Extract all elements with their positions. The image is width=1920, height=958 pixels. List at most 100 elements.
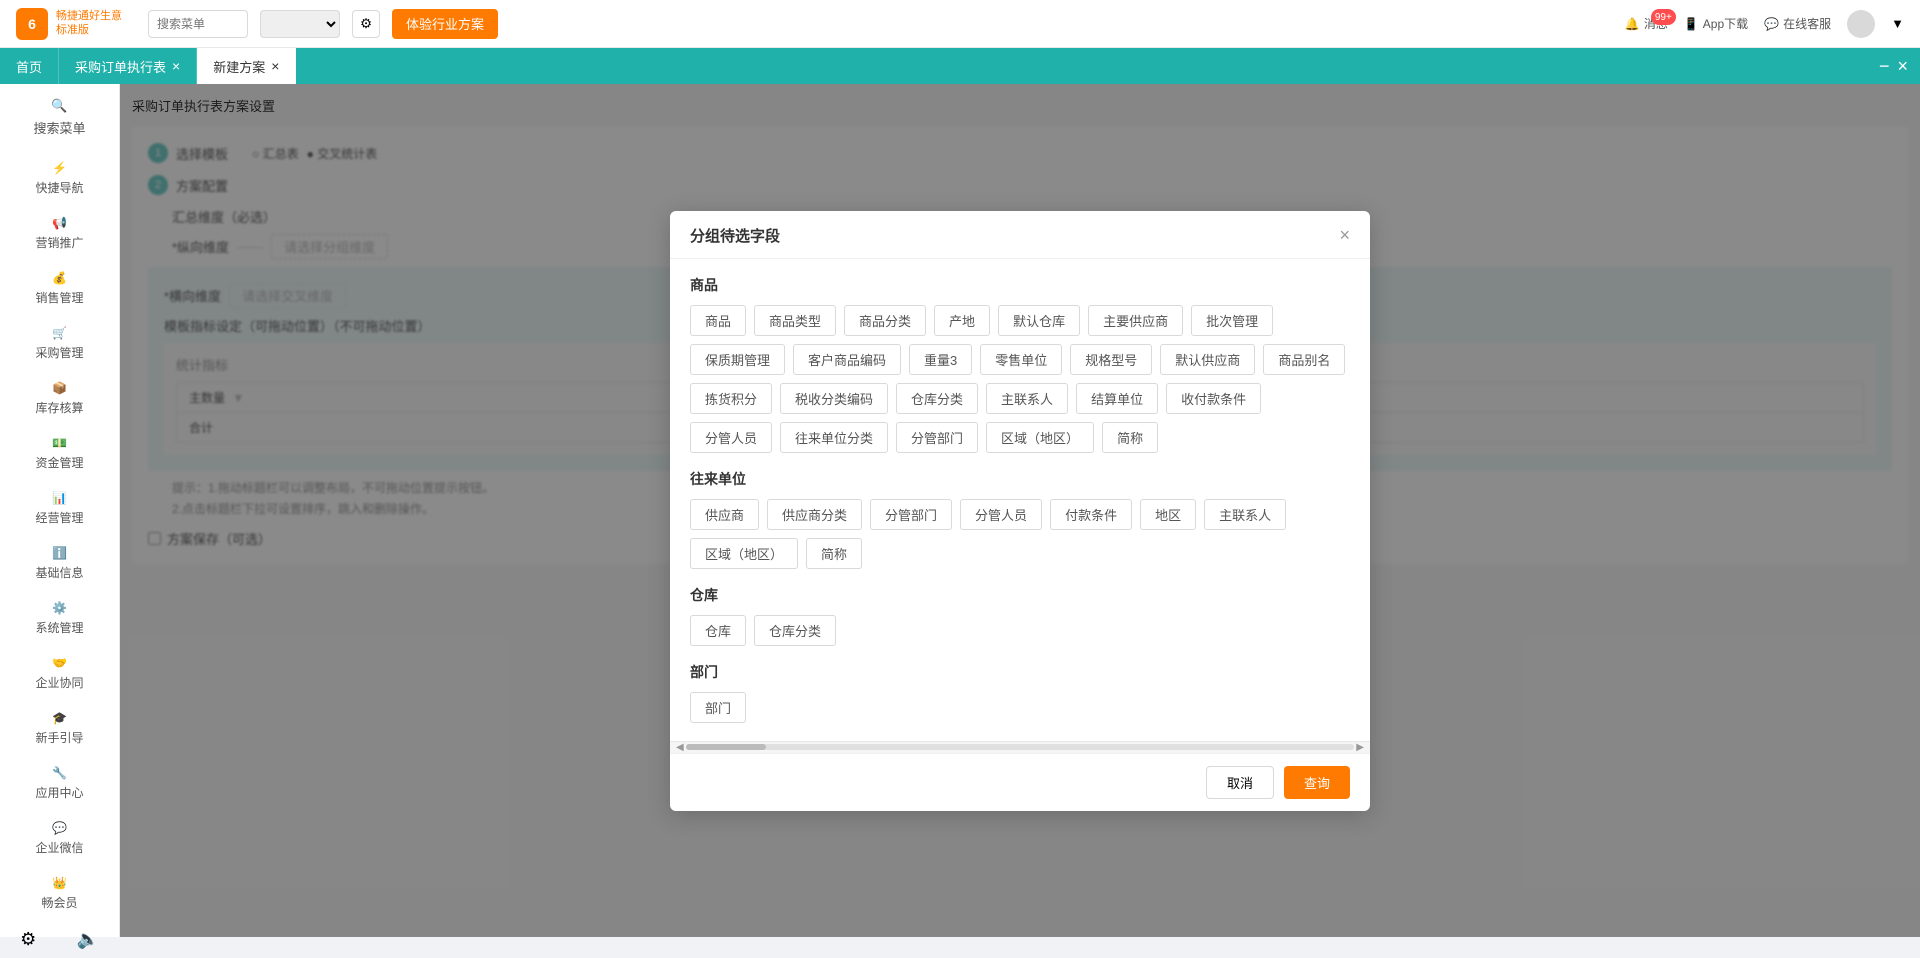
field-tag-商品类型[interactable]: 商品类型: [754, 305, 836, 336]
enterprise-icon: 🤝: [52, 656, 67, 670]
sidebar-item-app[interactable]: 🔧 应用中心: [0, 756, 119, 811]
modal-overlay: 分组待选字段 × 商品商品商品类型商品分类产地默认仓库主要供应商批次管理保质期管…: [120, 84, 1920, 937]
field-section-往来单位: 往来单位供应商供应商分类分管部门分管人员付款条件地区主联系人区域（地区）简称: [690, 469, 1350, 569]
app-download-item[interactable]: 📱 App下载: [1684, 15, 1748, 32]
sidebar-item-enterprise[interactable]: 🤝 企业协同: [0, 646, 119, 701]
tab-home-label: 首页: [16, 57, 42, 76]
tab-purchase-order-close[interactable]: ×: [172, 58, 180, 74]
sidebar-item-finance[interactable]: 💵 资金管理: [0, 426, 119, 481]
sidebar-item-member[interactable]: 👑 畅会员: [0, 866, 119, 921]
field-tag-仓库分类[interactable]: 仓库分类: [896, 383, 978, 414]
field-tag-规格型号[interactable]: 规格型号: [1070, 344, 1152, 375]
field-tag-分管部门[interactable]: 分管部门: [896, 422, 978, 453]
modal-body: 商品商品商品类型商品分类产地默认仓库主要供应商批次管理保质期管理客户商品编码重量…: [670, 259, 1370, 741]
download-icon: 📱: [1684, 17, 1699, 31]
notification-item[interactable]: 🔔 消息 99+: [1625, 15, 1668, 32]
field-tag-拣货积分[interactable]: 拣货积分: [690, 383, 772, 414]
modal-hscroll[interactable]: ◀ ▶: [670, 741, 1370, 753]
app-icon: 🔧: [52, 766, 67, 780]
tab-new-plan[interactable]: 新建方案 ×: [197, 48, 296, 84]
field-tag-区域（地区）[interactable]: 区域（地区）: [690, 538, 798, 569]
field-tag-主联系人[interactable]: 主联系人: [986, 383, 1068, 414]
search-dropdown[interactable]: [260, 10, 340, 38]
online-service-item[interactable]: 💬 在线客服: [1764, 15, 1831, 32]
tab-close-all-btn[interactable]: ×: [1897, 56, 1908, 77]
field-tag-区域（地区）[interactable]: 区域（地区）: [986, 422, 1094, 453]
hscroll-track: [686, 744, 1355, 750]
field-tag-简称[interactable]: 简称: [1102, 422, 1158, 453]
section-title-部门: 部门: [690, 662, 1350, 682]
field-tag-商品别名[interactable]: 商品别名: [1263, 344, 1345, 375]
modal-footer: 取消 查询: [670, 753, 1370, 811]
app-download-label: App下载: [1703, 15, 1748, 32]
field-tag-批次管理[interactable]: 批次管理: [1191, 305, 1273, 336]
sidebar-settings-icon[interactable]: ⚙: [20, 929, 36, 950]
field-tag-收付款条件[interactable]: 收付款条件: [1166, 383, 1261, 414]
field-tag-仓库[interactable]: 仓库: [690, 615, 746, 646]
purchase-icon: 🛒: [52, 326, 67, 340]
field-tag-供应商[interactable]: 供应商: [690, 499, 759, 530]
avatar[interactable]: [1847, 10, 1875, 38]
logo-text: 畅捷通好生意 标准版: [56, 10, 122, 36]
tab-collapse-btn[interactable]: −: [1879, 56, 1890, 77]
sidebar-item-wechat[interactable]: 💬 企业微信: [0, 811, 119, 866]
field-tag-商品分类[interactable]: 商品分类: [844, 305, 926, 336]
field-tag-付款条件[interactable]: 付款条件: [1050, 499, 1132, 530]
scroll-left-arrow[interactable]: ◀: [674, 742, 686, 753]
tab-new-plan-close[interactable]: ×: [271, 58, 279, 74]
modal-cancel-button[interactable]: 取消: [1206, 766, 1274, 799]
sidebar-item-purchase[interactable]: 🛒 采购管理: [0, 316, 119, 371]
field-tag-分管人员[interactable]: 分管人员: [960, 499, 1042, 530]
field-tag-仓库分类[interactable]: 仓库分类: [754, 615, 836, 646]
modal-confirm-button[interactable]: 查询: [1284, 766, 1350, 799]
field-tags-往来单位: 供应商供应商分类分管部门分管人员付款条件地区主联系人区域（地区） 简称: [690, 499, 1350, 569]
sidebar-item-inventory[interactable]: 📦 库存核算: [0, 371, 119, 426]
field-tag-重量3[interactable]: 重量3: [909, 344, 972, 375]
scroll-right-arrow[interactable]: ▶: [1354, 742, 1366, 753]
gear-button[interactable]: ⚙: [352, 10, 380, 38]
user-dropdown[interactable]: ▼: [1891, 16, 1904, 31]
field-tag-主要供应商[interactable]: 主要供应商: [1088, 305, 1183, 336]
field-tag-分管人员[interactable]: 分管人员: [690, 422, 772, 453]
sidebar-item-newbie[interactable]: 🎓 新手引导: [0, 701, 119, 756]
field-tag-供应商分类[interactable]: 供应商分类: [767, 499, 862, 530]
field-tag-客户商品编码[interactable]: 客户商品编码: [793, 344, 901, 375]
sidebar-item-quick-nav[interactable]: ⚡ 快捷导航: [0, 151, 119, 206]
sidebar: 🔍 搜索菜单 ⚡ 快捷导航 📢 营销推广 💰 销售管理 🛒 采购管理 📦 库存核…: [0, 84, 120, 937]
field-tag-往来单位分类[interactable]: 往来单位分类: [780, 422, 888, 453]
field-tag-默认仓库[interactable]: 默认仓库: [998, 305, 1080, 336]
field-tag-部门[interactable]: 部门: [690, 692, 746, 723]
field-tag-默认供应商[interactable]: 默认供应商: [1160, 344, 1255, 375]
sidebar-item-business[interactable]: 📊 经营管理: [0, 481, 119, 536]
tab-purchase-order[interactable]: 采购订单执行表 ×: [59, 48, 197, 84]
field-tag-主联系人[interactable]: 主联系人: [1204, 499, 1286, 530]
quick-nav-icon: ⚡: [52, 161, 67, 175]
sidebar-item-sales[interactable]: 💰 销售管理: [0, 261, 119, 316]
newbie-label: 新手引导: [35, 729, 83, 746]
field-tag-产地[interactable]: 产地: [934, 305, 990, 336]
field-tag-商品[interactable]: 商品: [690, 305, 746, 336]
field-tag-简称[interactable]: 简称: [806, 538, 862, 569]
sidebar-item-search[interactable]: 🔍 搜索菜单: [0, 92, 119, 143]
wechat-icon: 💬: [52, 821, 67, 835]
field-tag-地区[interactable]: 地区: [1140, 499, 1196, 530]
hscroll-thumb: [686, 744, 766, 750]
field-tag-结算单位[interactable]: 结算单位: [1076, 383, 1158, 414]
tab-home[interactable]: 首页: [0, 48, 59, 84]
field-tag-保质期管理[interactable]: 保质期管理: [690, 344, 785, 375]
search-input[interactable]: [148, 10, 248, 38]
field-tag-分管部门[interactable]: 分管部门: [870, 499, 952, 530]
app-label: 应用中心: [35, 784, 83, 801]
logo-area: 6 畅捷通好生意 标准版: [16, 8, 136, 40]
sidebar-audio-icon[interactable]: 🔈: [76, 929, 98, 950]
field-tag-税收分类编码[interactable]: 税收分类编码: [780, 383, 888, 414]
system-label: 系统管理: [35, 619, 83, 636]
member-label: 畅会员: [41, 894, 77, 911]
modal-close-button[interactable]: ×: [1339, 225, 1350, 246]
sidebar-item-basic[interactable]: ℹ️ 基础信息: [0, 536, 119, 591]
sidebar-item-marketing[interactable]: 📢 营销推广: [0, 206, 119, 261]
trial-button[interactable]: 体验行业方案: [392, 9, 498, 39]
notification-badge: 99+: [1651, 9, 1676, 25]
sidebar-item-system[interactable]: ⚙️ 系统管理: [0, 591, 119, 646]
field-tag-零售单位[interactable]: 零售单位: [980, 344, 1062, 375]
